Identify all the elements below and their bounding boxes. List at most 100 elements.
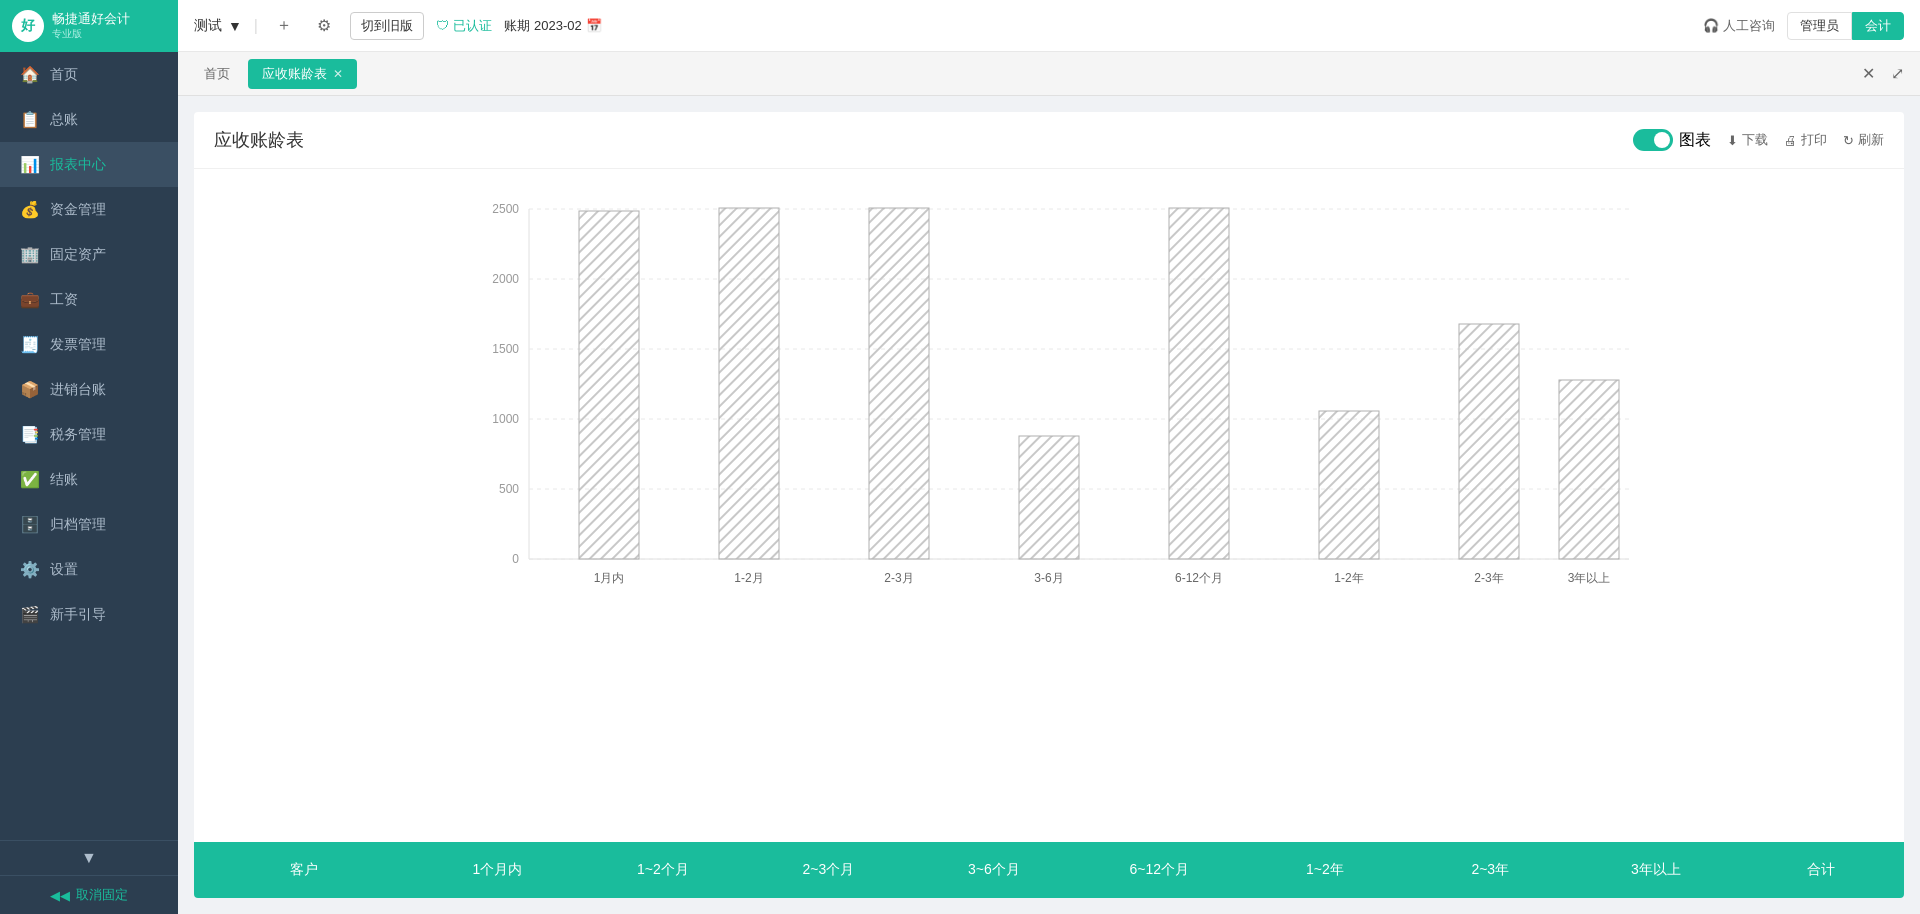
svg-rect-19: [869, 208, 929, 559]
download-button[interactable]: ⬇ 下载: [1727, 131, 1768, 149]
svg-rect-17: [719, 208, 779, 559]
sidebar-icon-home: 🏠: [20, 65, 40, 84]
svg-text:0: 0: [512, 552, 519, 566]
topbar-right: 🎧 人工咨询 管理员 会计: [1703, 12, 1904, 40]
sidebar-item-guide[interactable]: 🎬 新手引导: [0, 592, 178, 637]
sidebar-item-home[interactable]: 🏠 首页: [0, 52, 178, 97]
svg-rect-29: [1559, 380, 1619, 559]
sidebar-icon-archive: 🗄️: [20, 515, 40, 534]
table-header: 客户1个月内1~2个月2~3个月3~6个月6~12个月1~2年2~3年3年以上合…: [194, 842, 1904, 898]
tabbar: 首页 应收账龄表 ✕ ✕ ⤢: [178, 52, 1920, 96]
settings-icon[interactable]: ⚙: [310, 12, 338, 40]
shield-icon: 🛡: [436, 18, 449, 33]
table-header-6: 1~2年: [1242, 842, 1407, 898]
svg-text:2-3月: 2-3月: [884, 571, 913, 585]
table-header-7: 2~3年: [1408, 842, 1573, 898]
sidebar-item-inventory[interactable]: 📦 进销台账: [0, 367, 178, 412]
table-header-5: 6~12个月: [1077, 842, 1242, 898]
chart-area: 0 500 1000 1500 2000 2500 1月内: [194, 169, 1904, 842]
topbar-divider: |: [254, 17, 258, 35]
svg-rect-27: [1459, 324, 1519, 559]
tab-close-icon[interactable]: ✕: [333, 67, 343, 81]
sidebar-pin-button[interactable]: ◀◀ 取消固定: [0, 875, 178, 914]
sidebar-label-guide: 新手引导: [50, 606, 106, 624]
sidebar-icon-inventory: 📦: [20, 380, 40, 399]
chart-toggle[interactable]: [1633, 129, 1673, 151]
svg-text:2500: 2500: [492, 202, 519, 216]
table-header-2: 1~2个月: [580, 842, 745, 898]
sidebar-label-settle: 结账: [50, 471, 78, 489]
sidebar-label-home: 首页: [50, 66, 78, 84]
refresh-icon: ↻: [1843, 133, 1854, 148]
download-icon: ⬇: [1727, 133, 1738, 148]
sidebar-item-settle[interactable]: ✅ 结账: [0, 457, 178, 502]
tab-close-all-icon[interactable]: ✕: [1858, 60, 1879, 87]
sidebar-icon-assets: 🏢: [20, 245, 40, 264]
accountant-button[interactable]: 会计: [1852, 12, 1904, 40]
tab-expand-icon[interactable]: ⤢: [1887, 60, 1908, 87]
topbar: 测试 ▼ | ＋ ⚙ 切到旧版 🛡 已认证 账期 2023-02 📅 🎧 人工咨…: [178, 0, 1920, 52]
manager-button[interactable]: 管理员: [1787, 12, 1852, 40]
sidebar-item-reports[interactable]: 📊 报表中心: [0, 142, 178, 187]
logo-icon: 好: [12, 10, 44, 42]
sidebar-label-ledger: 总账: [50, 111, 78, 129]
sidebar-label-invoice: 发票管理: [50, 336, 106, 354]
page-header: 应收账龄表 图表 ⬇ 下载 🖨 打印 ↻: [194, 112, 1904, 169]
main-content: 测试 ▼ | ＋ ⚙ 切到旧版 🛡 已认证 账期 2023-02 📅 🎧 人工咨…: [178, 0, 1920, 914]
table-header-1: 1个月内: [415, 842, 580, 898]
sidebar-label-inventory: 进销台账: [50, 381, 106, 399]
logo-text: 畅捷通好会计 专业版: [52, 11, 130, 42]
sidebar-nav: 🏠 首页 📋 总账 📊 报表中心 💰 资金管理 🏢 固定资产 💼 工资 🧾 发票…: [0, 52, 178, 840]
svg-text:2000: 2000: [492, 272, 519, 286]
sidebar-item-assets[interactable]: 🏢 固定资产: [0, 232, 178, 277]
add-button[interactable]: ＋: [270, 12, 298, 40]
table-header-8: 3年以上: [1573, 842, 1738, 898]
period-display: 账期 2023-02 📅: [504, 17, 602, 35]
svg-text:3-6月: 3-6月: [1034, 571, 1063, 585]
table-header-3: 2~3个月: [746, 842, 911, 898]
tab-home-label: 首页: [204, 65, 230, 83]
project-selector[interactable]: 测试 ▼: [194, 17, 242, 35]
refresh-button[interactable]: ↻ 刷新: [1843, 131, 1884, 149]
svg-text:1500: 1500: [492, 342, 519, 356]
sidebar-label-payroll: 工资: [50, 291, 78, 309]
svg-rect-21: [1019, 436, 1079, 559]
sidebar-label-funds: 资金管理: [50, 201, 106, 219]
sidebar-item-tax[interactable]: 📑 税务管理: [0, 412, 178, 457]
bar-chart: 0 500 1000 1500 2000 2500 1月内: [214, 189, 1884, 609]
page-actions: 图表 ⬇ 下载 🖨 打印 ↻ 刷新: [1633, 129, 1884, 151]
tab-home[interactable]: 首页: [190, 59, 244, 89]
sidebar-scroll-down[interactable]: ▼: [0, 840, 178, 875]
switch-version-button[interactable]: 切到旧版: [350, 12, 424, 40]
tab-aging-label: 应收账龄表: [262, 65, 327, 83]
table-header-0: 客户: [194, 842, 415, 898]
sidebar-item-payroll[interactable]: 💼 工资: [0, 277, 178, 322]
sidebar-icon-tax: 📑: [20, 425, 40, 444]
consult-button[interactable]: 🎧 人工咨询: [1703, 17, 1775, 35]
sidebar-label-assets: 固定资产: [50, 246, 106, 264]
svg-rect-23: [1169, 208, 1229, 559]
sidebar-label-reports: 报表中心: [50, 156, 106, 174]
print-button[interactable]: 🖨 打印: [1784, 131, 1827, 149]
page-container: 应收账龄表 图表 ⬇ 下载 🖨 打印 ↻: [194, 112, 1904, 898]
svg-text:3年以上: 3年以上: [1568, 571, 1611, 585]
pin-icon: ◀◀: [50, 888, 70, 903]
svg-text:1000: 1000: [492, 412, 519, 426]
sidebar-item-settings[interactable]: ⚙️ 设置: [0, 547, 178, 592]
chart-toggle-label: 图表: [1679, 130, 1711, 151]
sidebar-item-funds[interactable]: 💰 资金管理: [0, 187, 178, 232]
sidebar-item-invoice[interactable]: 🧾 发票管理: [0, 322, 178, 367]
sidebar-icon-ledger: 📋: [20, 110, 40, 129]
sidebar-icon-payroll: 💼: [20, 290, 40, 309]
svg-rect-25: [1319, 411, 1379, 559]
sidebar-item-ledger[interactable]: 📋 总账: [0, 97, 178, 142]
sidebar-label-settings: 设置: [50, 561, 78, 579]
svg-text:1月内: 1月内: [594, 571, 625, 585]
tab-aging[interactable]: 应收账龄表 ✕: [248, 59, 357, 89]
calendar-icon[interactable]: 📅: [586, 18, 602, 33]
sidebar-item-archive[interactable]: 🗄️ 归档管理: [0, 502, 178, 547]
table-header-4: 3~6个月: [911, 842, 1076, 898]
sidebar: 好 畅捷通好会计 专业版 🏠 首页 📋 总账 📊 报表中心 💰 资金管理 🏢 固…: [0, 0, 178, 914]
svg-text:6-12个月: 6-12个月: [1175, 571, 1223, 585]
sidebar-label-tax: 税务管理: [50, 426, 106, 444]
